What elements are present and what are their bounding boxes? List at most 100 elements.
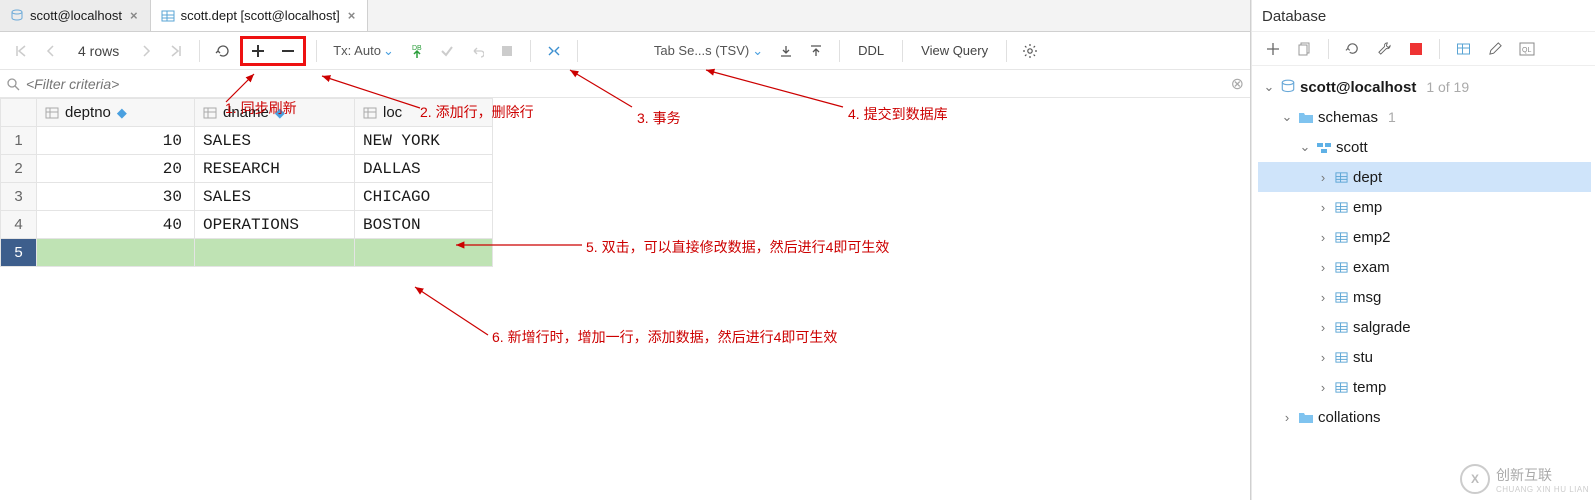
table-row[interactable]: 440OPERATIONSBOSTON bbox=[1, 211, 493, 239]
grid-corner[interactable] bbox=[1, 99, 37, 127]
table-icon bbox=[161, 9, 175, 23]
edit-button[interactable] bbox=[1482, 37, 1508, 61]
table-row[interactable]: 220RESEARCHDALLAS bbox=[1, 155, 493, 183]
ddl-button[interactable]: DDL bbox=[850, 43, 892, 58]
cell-dname[interactable]: OPERATIONS bbox=[195, 211, 355, 239]
refresh-button[interactable] bbox=[210, 38, 236, 64]
compare-button[interactable] bbox=[541, 38, 567, 64]
cell-loc[interactable]: NEW YORK bbox=[355, 127, 493, 155]
cell-dname[interactable]: SALES bbox=[195, 127, 355, 155]
row-number[interactable]: 2 bbox=[1, 155, 37, 183]
tree-table-dept[interactable]: ›dept bbox=[1258, 162, 1591, 192]
table-row[interactable]: 5 bbox=[1, 239, 493, 267]
cell-deptno[interactable]: 40 bbox=[37, 211, 195, 239]
tree-hint: 1 bbox=[1388, 109, 1396, 125]
add-row-button[interactable] bbox=[245, 38, 271, 64]
tree-table-salgrade[interactable]: ›salgrade bbox=[1258, 312, 1595, 342]
cell-dname[interactable]: RESEARCH bbox=[195, 155, 355, 183]
row-count: 4 rows bbox=[68, 43, 129, 59]
close-icon[interactable]: × bbox=[346, 8, 358, 23]
tree-hint: 1 of 19 bbox=[1426, 79, 1469, 95]
transaction-mode-label: Tx: Auto bbox=[333, 43, 381, 58]
row-number[interactable]: 5 bbox=[1, 239, 37, 267]
tree-table-exam[interactable]: ›exam bbox=[1258, 252, 1595, 282]
chevron-left-icon bbox=[45, 45, 57, 57]
add-remove-group bbox=[240, 36, 306, 66]
export-download-button[interactable] bbox=[773, 38, 799, 64]
row-number[interactable]: 3 bbox=[1, 183, 37, 211]
tree-label: msg bbox=[1353, 289, 1381, 306]
settings-button[interactable] bbox=[1371, 37, 1397, 61]
table-icon bbox=[1334, 351, 1349, 364]
view-table-button[interactable] bbox=[1450, 37, 1476, 61]
cell-deptno[interactable]: 20 bbox=[37, 155, 195, 183]
refresh-button[interactable] bbox=[1339, 37, 1365, 61]
commit-button[interactable] bbox=[434, 38, 460, 64]
column-name: deptno bbox=[65, 104, 111, 121]
next-page-button[interactable] bbox=[133, 38, 159, 64]
table-row[interactable]: 110SALESNEW YORK bbox=[1, 127, 493, 155]
clear-filter-button[interactable]: ⊗ bbox=[1231, 74, 1244, 94]
minus-icon bbox=[280, 43, 296, 59]
cell-loc[interactable]: BOSTON bbox=[355, 211, 493, 239]
export-format-dropdown[interactable]: Tab Se...s (TSV) ⌄ bbox=[648, 43, 769, 59]
import-upload-button[interactable] bbox=[803, 38, 829, 64]
cell-loc[interactable]: CHICAGO bbox=[355, 183, 493, 211]
settings-button[interactable] bbox=[1017, 38, 1043, 64]
table-icon bbox=[1334, 201, 1349, 214]
copy-icon bbox=[1298, 42, 1312, 56]
database-tree: ⌄ scott@localhost 1 of 19 ⌄ schemas 1 ⌄ … bbox=[1252, 66, 1595, 432]
separator bbox=[839, 40, 840, 62]
tree-collations[interactable]: › collations bbox=[1258, 402, 1595, 432]
cell-dname[interactable] bbox=[195, 239, 355, 267]
tree-schemas[interactable]: ⌄ schemas 1 bbox=[1258, 102, 1595, 132]
cell-dname[interactable]: SALES bbox=[195, 183, 355, 211]
tree-table-emp[interactable]: ›emp bbox=[1258, 192, 1595, 222]
view-query-button[interactable]: View Query bbox=[913, 43, 996, 58]
tree-schema-scott[interactable]: ⌄ scott bbox=[1258, 132, 1595, 162]
new-button[interactable] bbox=[1260, 37, 1286, 61]
rollback-button[interactable] bbox=[464, 38, 490, 64]
filter-input[interactable] bbox=[26, 76, 1225, 92]
database-toolbar: QL bbox=[1252, 32, 1595, 66]
chevron-right-icon: › bbox=[1316, 200, 1330, 215]
tab-connection[interactable]: scott@localhost × bbox=[0, 0, 151, 31]
last-page-button[interactable] bbox=[163, 38, 189, 64]
stop-button[interactable] bbox=[494, 38, 520, 64]
close-icon[interactable]: × bbox=[128, 8, 140, 23]
table-icon bbox=[1334, 321, 1349, 334]
submit-to-db-button[interactable]: DB bbox=[404, 38, 430, 64]
cell-deptno[interactable] bbox=[37, 239, 195, 267]
last-page-icon bbox=[169, 44, 183, 58]
search-icon bbox=[6, 77, 20, 91]
cell-deptno[interactable]: 10 bbox=[37, 127, 195, 155]
cell-loc[interactable] bbox=[355, 239, 493, 267]
stop-button[interactable] bbox=[1403, 37, 1429, 61]
table-row[interactable]: 330SALESCHICAGO bbox=[1, 183, 493, 211]
prev-page-button[interactable] bbox=[38, 38, 64, 64]
cell-deptno[interactable]: 30 bbox=[37, 183, 195, 211]
console-button[interactable]: QL bbox=[1514, 37, 1540, 61]
row-number[interactable]: 1 bbox=[1, 127, 37, 155]
annotation-3: 3. 事务 bbox=[637, 108, 681, 128]
chevron-right-icon: › bbox=[1316, 290, 1330, 305]
tree-label: scott@localhost bbox=[1300, 79, 1416, 96]
tree-table-temp[interactable]: ›temp bbox=[1258, 372, 1595, 402]
wrench-icon bbox=[1377, 41, 1392, 56]
chevron-right-icon: › bbox=[1316, 380, 1330, 395]
tree-connection[interactable]: ⌄ scott@localhost 1 of 19 bbox=[1258, 72, 1595, 102]
tree-table-stu[interactable]: ›stu bbox=[1258, 342, 1595, 372]
tab-label: scott@localhost bbox=[30, 8, 122, 23]
tree-table-msg[interactable]: › msg bbox=[1258, 282, 1595, 312]
cell-loc[interactable]: DALLAS bbox=[355, 155, 493, 183]
remove-row-button[interactable] bbox=[275, 38, 301, 64]
transaction-mode[interactable]: Tx: Auto ⌄ bbox=[327, 43, 400, 59]
row-number[interactable]: 4 bbox=[1, 211, 37, 239]
tab-table-editor[interactable]: scott.dept [scott@localhost] × bbox=[151, 0, 369, 31]
column-header-deptno[interactable]: deptno ◆ bbox=[37, 99, 195, 127]
first-page-button[interactable] bbox=[8, 38, 34, 64]
undo-icon bbox=[470, 44, 484, 58]
tree-table-emp2[interactable]: ›emp2 bbox=[1258, 222, 1595, 252]
column-name: loc bbox=[383, 104, 402, 121]
copy-button[interactable] bbox=[1292, 37, 1318, 61]
